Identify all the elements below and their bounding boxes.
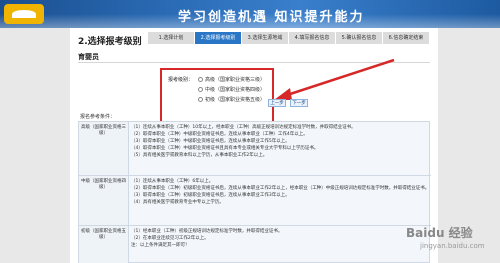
requirement-line: （3）取得本职业（工种）初级职业资格证书后，连续从事本职业工作3年以上。 — [131, 193, 290, 198]
requirement-line: （1）连续从事本职业（工种）10年以上，经本职业（工种）高级正规培训达规定标准学… — [131, 125, 356, 130]
watermark: Baidu 经验 jingyan.baidu.com — [406, 220, 498, 260]
level-option-intermediate[interactable]: 中级（国家职业资格四级） — [198, 86, 265, 93]
banner-slogan: 学习创造机遇 知识提升能力 — [178, 10, 365, 25]
registration-panel: 2.选择报考级别 1.选择计划 2.选择报考级别 3.选择生源地域 4.填写报名… — [70, 28, 438, 263]
requirement-line: （1）经本职业（工种）初级正规培训达规定标准学时数，并取得结业证书。 — [131, 229, 283, 234]
next-step-button[interactable]: 下一步 — [290, 99, 308, 107]
table-row: 高级（国家职业资格三级） （1）连续从事本职业（工种）10年以上，经本职业（工种… — [79, 122, 431, 176]
step-6-tab[interactable]: 6.信息确定结束 — [383, 32, 429, 44]
left-background — [0, 28, 70, 263]
requirement-line: （2）取得本职业（工种）中级职业资格证书后，连续从事本职业（工种）工作4年以上。 — [131, 132, 308, 137]
conditions-title: 报名参考条件： — [80, 114, 116, 120]
table-row: 中级（国家职业资格四级） （1）连续从事本职业（工种）6年以上。 （2）取得本职… — [79, 176, 431, 226]
step-tabs: 1.选择计划 2.选择报考级别 3.选择生源地域 4.填写报名信息 5.确认报名… — [148, 32, 430, 44]
page-title: 2.选择报考级别 — [78, 37, 142, 47]
header-banner: 学习创造机遇 知识提升能力 — [0, 0, 500, 28]
requirement-line: （3）取得本职业（工种）中级职业资格证书后，连续从事本职业工作5年以上。 — [131, 139, 290, 144]
requirement-line: （1）连续从事本职业（工种）6年以上。 — [131, 179, 214, 184]
requirements-cell: （1）连续从事本职业（工种）6年以上。 （2）取得本职业（工种）初级职业资格证书… — [131, 178, 427, 206]
site-logo-icon — [4, 4, 44, 24]
requirement-line: 注：以上条件满足其一即可！ — [131, 243, 190, 248]
step-3-tab[interactable]: 3.选择生源地域 — [242, 32, 288, 44]
conditions-table: 高级（国家职业资格三级） （1）连续从事本职业（工种）10年以上，经本职业（工种… — [78, 121, 431, 263]
table-row: 初级（国家职业资格五级） （1）经本职业（工种）初级正规培训达规定标准学时数，并… — [79, 226, 431, 263]
level-cell: 高级（国家职业资格三级） — [79, 122, 129, 175]
prev-step-button[interactable]: 上一步 — [268, 99, 286, 107]
watermark-url: jingyan.baidu.com — [420, 242, 485, 250]
level-label: 报考级别： — [168, 77, 194, 83]
level-option-junior[interactable]: 初级（国家职业资格五级） — [198, 96, 265, 103]
requirements-cell: （1）连续从事本职业（工种）10年以上，经本职业（工种）高级正规培训达规定标准学… — [131, 124, 427, 159]
requirement-line: （2）在本职业连续见习工作2年以上。 — [131, 236, 209, 241]
step-4-tab[interactable]: 4.填写报名信息 — [289, 32, 335, 44]
level-option-senior[interactable]: 高级（国家职业资格三级） — [198, 76, 265, 83]
step-5-tab[interactable]: 5.确认报名信息 — [336, 32, 382, 44]
requirements-cell: （1）经本职业（工种）初级正规培训达规定标准学时数，并取得结业证书。 （2）在本… — [131, 228, 427, 249]
radio-icon[interactable] — [198, 87, 203, 92]
requirement-line: （4）具有相关医学或教育专业中专以上学历。 — [131, 200, 224, 205]
level-option-label: 中级（国家职业资格四级） — [205, 87, 266, 93]
level-cell: 初级（国家职业资格五级） — [79, 226, 129, 263]
step-2-tab[interactable]: 2.选择报考级别 — [195, 32, 241, 44]
level-option-label: 初级（国家职业资格五级） — [205, 97, 266, 103]
level-cell: 中级（国家职业资格四级） — [79, 176, 129, 225]
radio-icon[interactable] — [198, 97, 203, 102]
level-option-label: 高级（国家职业资格三级） — [205, 77, 266, 83]
level-choice-box: 报考级别： 高级（国家职业资格三级） 中级（国家职业资格四级） 初级（国家职业资… — [160, 68, 274, 124]
requirement-line: （2）取得本职业（工种）初级职业资格证书后，连续从事本职业工作2年以上，经本职业… — [131, 186, 427, 191]
watermark-brand: Baidu 经验 — [406, 226, 473, 240]
step-1-tab[interactable]: 1.选择计划 — [148, 32, 194, 44]
requirement-line: （4）取得本职业（工种）中级职业资格证书且具有本专业或相关专业大学专科以上学历证… — [131, 146, 319, 151]
requirement-line: （5）具有相关医学或教育本科以上学历，从事本职业工作2年以上。 — [131, 153, 268, 158]
radio-icon[interactable] — [198, 77, 203, 82]
